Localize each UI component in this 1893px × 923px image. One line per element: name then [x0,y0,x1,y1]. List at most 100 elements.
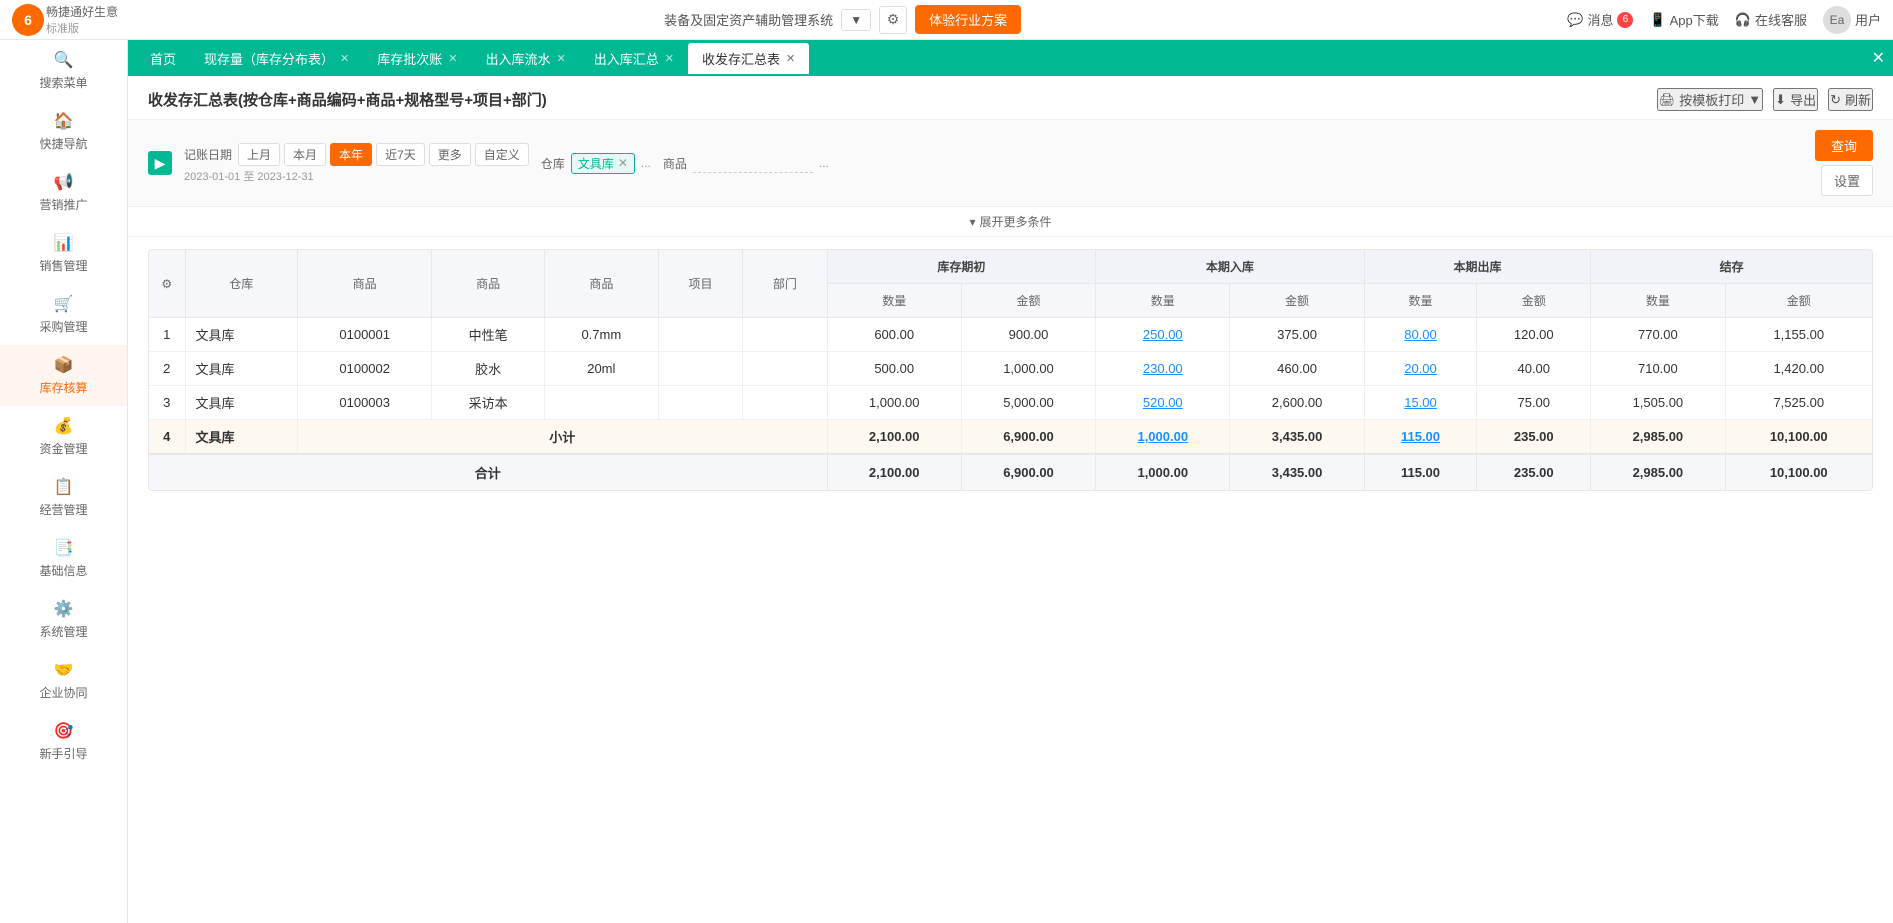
warehouse-more-dots[interactable]: ... [641,156,651,170]
sidebar-item-finance[interactable]: 💰 资金管理 [0,406,127,467]
export-btn[interactable]: ⬇ 导出 [1773,88,1818,111]
col-bal-amt-header: 金额 [1725,284,1872,318]
dropdown-arrow-icon: ▼ [850,13,862,27]
row2-in-qty[interactable]: 230.00 [1096,352,1230,386]
online-service-item[interactable]: 🎧 在线客服 [1735,10,1807,29]
inventory-icon: 📦 [54,355,74,375]
tab-home-label: 首页 [150,49,176,68]
row2-num: 2 [149,352,185,386]
date-btn-last-month[interactable]: 上月 [238,143,280,166]
tab-batch-ledger-close-icon[interactable]: ✕ [448,52,457,65]
app-download-item[interactable]: 📱 App下载 [1649,10,1718,29]
row2-bal-qty: 710.00 [1591,352,1725,386]
tab-inout-flow[interactable]: 出入库流水 ✕ [471,43,579,74]
query-btn[interactable]: 查询 [1815,130,1873,161]
row1-spec: 0.7mm [544,318,658,352]
row1-in-qty[interactable]: 250.00 [1096,318,1230,352]
experience-btn[interactable]: 体验行业方案 [915,5,1021,34]
subtotal-row: 4 文具库 小计 2,100.00 6,900.00 1,000.00 3,43… [149,420,1872,455]
sidebar-item-inventory[interactable]: 📦 库存核算 [0,345,127,406]
table-row: 3 文具库 0100003 采访本 1,000.00 5,000.00 [149,386,1872,420]
sidebar-item-operations[interactable]: 📋 经营管理 [0,467,127,528]
sidebar-item-system[interactable]: ⚙️ 系统管理 [0,589,127,650]
tab-receive-summary[interactable]: 收发存汇总表 ✕ [688,43,809,74]
row3-project [658,386,742,420]
tab-receive-summary-close-icon[interactable]: ✕ [786,52,795,65]
sidebar-item-base-info[interactable]: 📑 基础信息 [0,528,127,589]
filter-toggle-btn[interactable]: ▶ [148,151,172,175]
sidebar-item-quick-nav[interactable]: 🏠 快捷导航 [0,101,127,162]
date-btn-7days[interactable]: 近7天 [376,143,425,166]
tab-batch-ledger[interactable]: 库存批次账 ✕ [363,43,471,74]
logo-icon: 6 [12,4,44,36]
date-btn-this-month[interactable]: 本月 [284,143,326,166]
col-spec-header: 商品 [544,250,658,318]
tab-inventory-dist[interactable]: 现存量（库存分布表） ✕ [190,43,363,74]
search-icon: 🔍 [54,50,74,70]
row2-code: 0100002 [298,352,432,386]
tab-inout-flow-close-icon[interactable]: ✕ [557,52,566,65]
subtotal-out-qty[interactable]: 115.00 [1364,420,1477,455]
refresh-btn[interactable]: ↻ 刷新 [1828,88,1873,111]
date-btn-custom[interactable]: 自定义 [475,143,529,166]
sidebar-item-sales[interactable]: 📊 销售管理 [0,223,127,284]
row2-dept [743,352,827,386]
tab-inout-summary-close-icon[interactable]: ✕ [665,52,674,65]
total-bal-amt: 10,100.00 [1725,454,1872,490]
system-dropdown-btn[interactable]: ▼ [841,9,871,31]
sidebar-label-marketing: 营销推广 [39,196,87,213]
sidebar-label-operations: 经营管理 [39,501,87,518]
enterprise-icon: 🤝 [54,660,74,680]
message-label: 消息 [1587,10,1613,29]
row3-open-qty: 1,000.00 [827,386,961,420]
expand-more-btn[interactable]: ▾ 展开更多条件 [969,213,1051,230]
warehouse-tag-close-icon[interactable]: ✕ [618,156,628,170]
goods-input[interactable] [693,154,813,173]
base-info-icon: 📑 [54,538,74,558]
col-project-header: 项目 [658,250,742,318]
goods-filter: 商品 ... [663,154,829,173]
col-opening-header: 库存期初 [827,250,1096,284]
row3-dept [743,386,827,420]
tab-home[interactable]: 首页 [136,43,190,74]
row2-out-qty[interactable]: 20.00 [1364,352,1477,386]
subtotal-open-qty: 2,100.00 [827,420,961,455]
row1-out-qty[interactable]: 80.00 [1364,318,1477,352]
sidebar-label-search: 搜索菜单 [39,74,87,91]
goods-more-dots[interactable]: ... [819,156,829,170]
subtotal-num: 4 [149,420,185,455]
total-in-qty: 1,000.00 [1096,454,1230,490]
tab-inout-summary[interactable]: 出入库汇总 ✕ [580,43,688,74]
row1-num: 1 [149,318,185,352]
settings-icon-btn[interactable]: ⚙ [879,6,907,34]
user-item[interactable]: Ea 用户 [1823,6,1881,34]
date-btn-this-year[interactable]: 本年 [330,143,372,166]
sidebar-item-marketing[interactable]: 📢 营销推广 [0,162,127,223]
sidebar-item-guide[interactable]: 🎯 新手引导 [0,711,127,772]
subtotal-label: 小计 [298,420,828,455]
row3-in-qty[interactable]: 520.00 [1096,386,1230,420]
settings-btn[interactable]: 设置 [1821,165,1873,196]
print-btn[interactable]: 🖨 按模板打印 ▼ [1657,88,1763,111]
table-section: ⚙ 仓库 商品 商品 商品 项目 部门 库存期初 本期入库 本期出库 [128,249,1893,511]
message-badge: 6 [1617,12,1633,28]
date-btn-more[interactable]: 更多 [429,143,471,166]
row3-in-amt: 2,600.00 [1230,386,1364,420]
message-item[interactable]: 💬 消息 6 [1567,10,1633,29]
subtotal-bal-qty: 2,985.00 [1591,420,1725,455]
guide-icon: 🎯 [54,721,74,741]
subtotal-in-qty[interactable]: 1,000.00 [1096,420,1230,455]
row3-out-qty[interactable]: 15.00 [1364,386,1477,420]
tab-bar-close-icon[interactable]: ✕ [1872,48,1885,68]
print-label: 按模板打印 [1679,90,1744,109]
col-open-amt-header: 金额 [961,284,1095,318]
sidebar-label-base-info: 基础信息 [39,562,87,579]
row1-bal-qty: 770.00 [1591,318,1725,352]
sidebar-item-purchase[interactable]: 🛒 采购管理 [0,284,127,345]
tab-inventory-dist-close-icon[interactable]: ✕ [340,52,349,65]
total-label: 合计 [149,454,827,490]
col-settings-header[interactable]: ⚙ [149,250,185,318]
sidebar-item-enterprise[interactable]: 🤝 企业协同 [0,650,127,711]
row3-bal-qty: 1,505.00 [1591,386,1725,420]
sidebar-item-search[interactable]: 🔍 搜索菜单 [0,40,127,101]
